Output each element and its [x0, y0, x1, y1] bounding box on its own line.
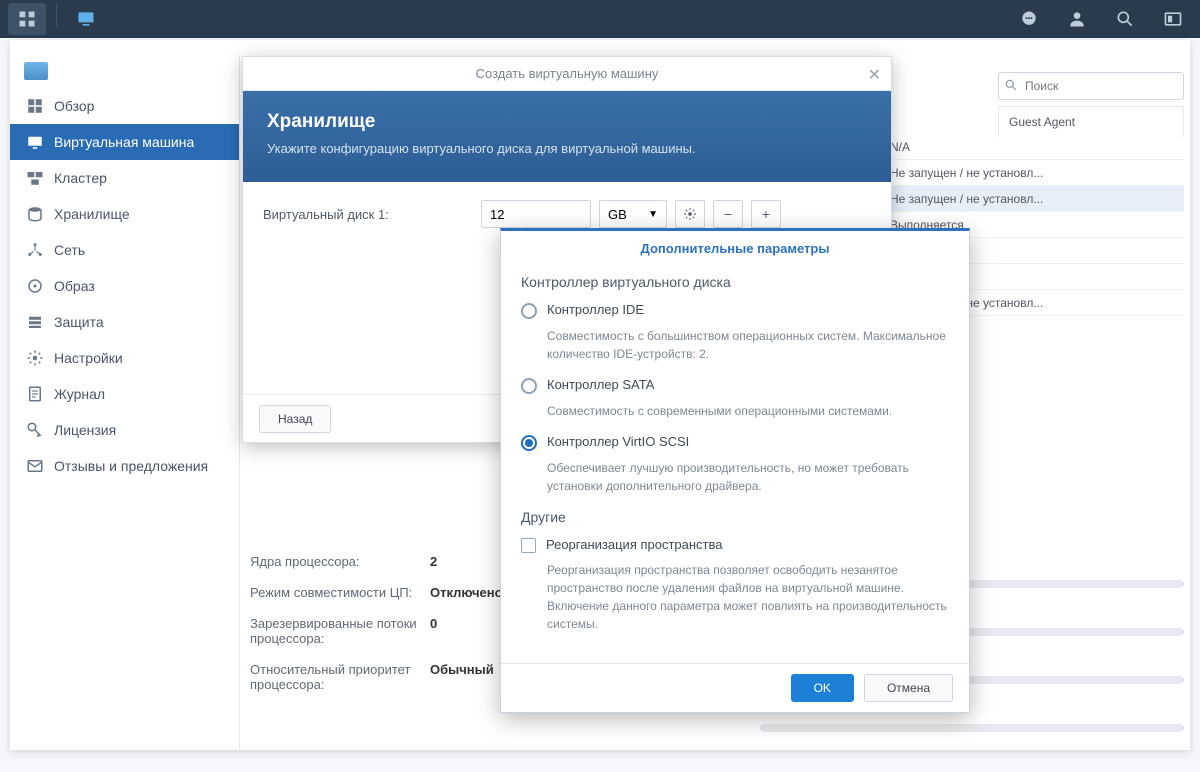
disk-unit-select[interactable]: GB▼	[599, 200, 667, 228]
desc-sata: Совместимость с современными операционны…	[547, 402, 949, 420]
sidebar-item-vm[interactable]: Виртуальная машина	[10, 124, 239, 160]
add-button[interactable]: +	[751, 200, 781, 228]
detail-key: Ядра процессора:	[250, 554, 430, 569]
ok-button[interactable]: OK	[791, 674, 854, 702]
sidebar-item-feedback[interactable]: Отзывы и предложения	[10, 448, 239, 484]
modal-title-text: Создать виртуальную машину	[476, 66, 659, 81]
sidebar-item-network[interactable]: Сеть	[10, 232, 239, 268]
sidebar: Обзор Виртуальная машина Кластер Хранили…	[10, 56, 240, 750]
detail-value: Обычный	[430, 662, 494, 692]
desc-virtio: Обеспечивает лучшую производительность, …	[547, 459, 949, 495]
sidebar-item-label: Настройки	[54, 350, 123, 366]
modal-titlebar: Создать виртуальную машину ✕	[243, 57, 891, 91]
radio-sata[interactable]: Контроллер SATA	[521, 377, 949, 394]
search-icon	[1004, 78, 1018, 92]
detail-value: Отключено	[430, 585, 503, 600]
sidebar-item-label: Образ	[54, 278, 95, 294]
desc-space: Реорганизация пространства позволяет осв…	[547, 561, 949, 633]
gear-button[interactable]	[675, 200, 705, 228]
disk-size-input[interactable]	[481, 200, 591, 228]
app-logo	[10, 56, 239, 88]
sidebar-item-label: Лицензия	[54, 422, 116, 438]
taskbar-panel-icon[interactable]	[1154, 3, 1192, 35]
checkbox-space[interactable]: Реорганизация пространства	[521, 537, 949, 553]
sidebar-item-license[interactable]: Лицензия	[10, 412, 239, 448]
sidebar-item-label: Обзор	[54, 98, 94, 114]
sidebar-item-image[interactable]: Образ	[10, 268, 239, 304]
taskbar-user-icon[interactable]	[1058, 3, 1096, 35]
detail-key: Зарезервированные потоки процессора:	[250, 616, 430, 646]
detail-value: 0	[430, 616, 437, 646]
radio-dot	[521, 435, 537, 451]
cancel-button[interactable]: Отмена	[864, 674, 953, 702]
modal-banner: Хранилище Укажите конфигурацию виртуальн…	[243, 91, 891, 182]
taskbar-search-icon[interactable]	[1106, 3, 1144, 35]
sidebar-item-overview[interactable]: Обзор	[10, 88, 239, 124]
detail-value: 2	[430, 554, 437, 569]
sidebar-item-label: Виртуальная машина	[54, 134, 194, 150]
popover-title: Дополнительные параметры	[501, 231, 969, 270]
section-controller-header: Контроллер виртуального диска	[521, 274, 949, 290]
desc-ide: Совместимость с большинством операционны…	[547, 327, 949, 363]
remove-button[interactable]: −	[713, 200, 743, 228]
taskbar-apps-icon[interactable]	[8, 3, 46, 35]
back-button[interactable]: Назад	[259, 405, 331, 433]
sidebar-item-protection[interactable]: Защита	[10, 304, 239, 340]
detail-key: Режим совместимости ЦП:	[250, 585, 430, 600]
sidebar-item-label: Хранилище	[54, 206, 130, 222]
sidebar-item-label: Отзывы и предложения	[54, 458, 208, 474]
sidebar-item-cluster[interactable]: Кластер	[10, 160, 239, 196]
search-input[interactable]	[998, 72, 1184, 100]
taskbar-separator	[56, 3, 57, 27]
advanced-popover: Дополнительные параметры Контроллер вирт…	[500, 228, 970, 713]
checkbox-box	[521, 538, 536, 553]
taskbar	[0, 0, 1200, 38]
radio-ide[interactable]: Контроллер IDE	[521, 302, 949, 319]
banner-title: Хранилище	[267, 111, 867, 133]
taskbar-monitor-icon[interactable]	[67, 3, 105, 35]
detail-key: Относительный приоритет процессора:	[250, 662, 430, 692]
sidebar-item-label: Сеть	[54, 242, 85, 258]
sidebar-item-storage[interactable]: Хранилище	[10, 196, 239, 232]
sidebar-item-settings[interactable]: Настройки	[10, 340, 239, 376]
radio-dot	[521, 378, 537, 394]
usage-bar	[760, 724, 1184, 732]
radio-virtio[interactable]: Контроллер VirtIO SCSI	[521, 434, 949, 451]
radio-dot	[521, 303, 537, 319]
sidebar-item-log[interactable]: Журнал	[10, 376, 239, 412]
close-icon[interactable]: ✕	[868, 65, 881, 85]
sidebar-item-label: Кластер	[54, 170, 107, 186]
chevron-down-icon: ▼	[648, 209, 658, 220]
guest-agent-header[interactable]: Guest Agent	[998, 106, 1184, 137]
disk-label: Виртуальный диск 1:	[263, 207, 473, 222]
sidebar-item-label: Журнал	[54, 386, 105, 402]
section-other-header: Другие	[521, 509, 949, 525]
search-box	[998, 72, 1184, 100]
banner-subtitle: Укажите конфигурацию виртуального диска …	[267, 141, 867, 156]
popover-footer: OK Отмена	[501, 663, 969, 712]
taskbar-chat-icon[interactable]	[1010, 3, 1048, 35]
sidebar-item-label: Защита	[54, 314, 104, 330]
